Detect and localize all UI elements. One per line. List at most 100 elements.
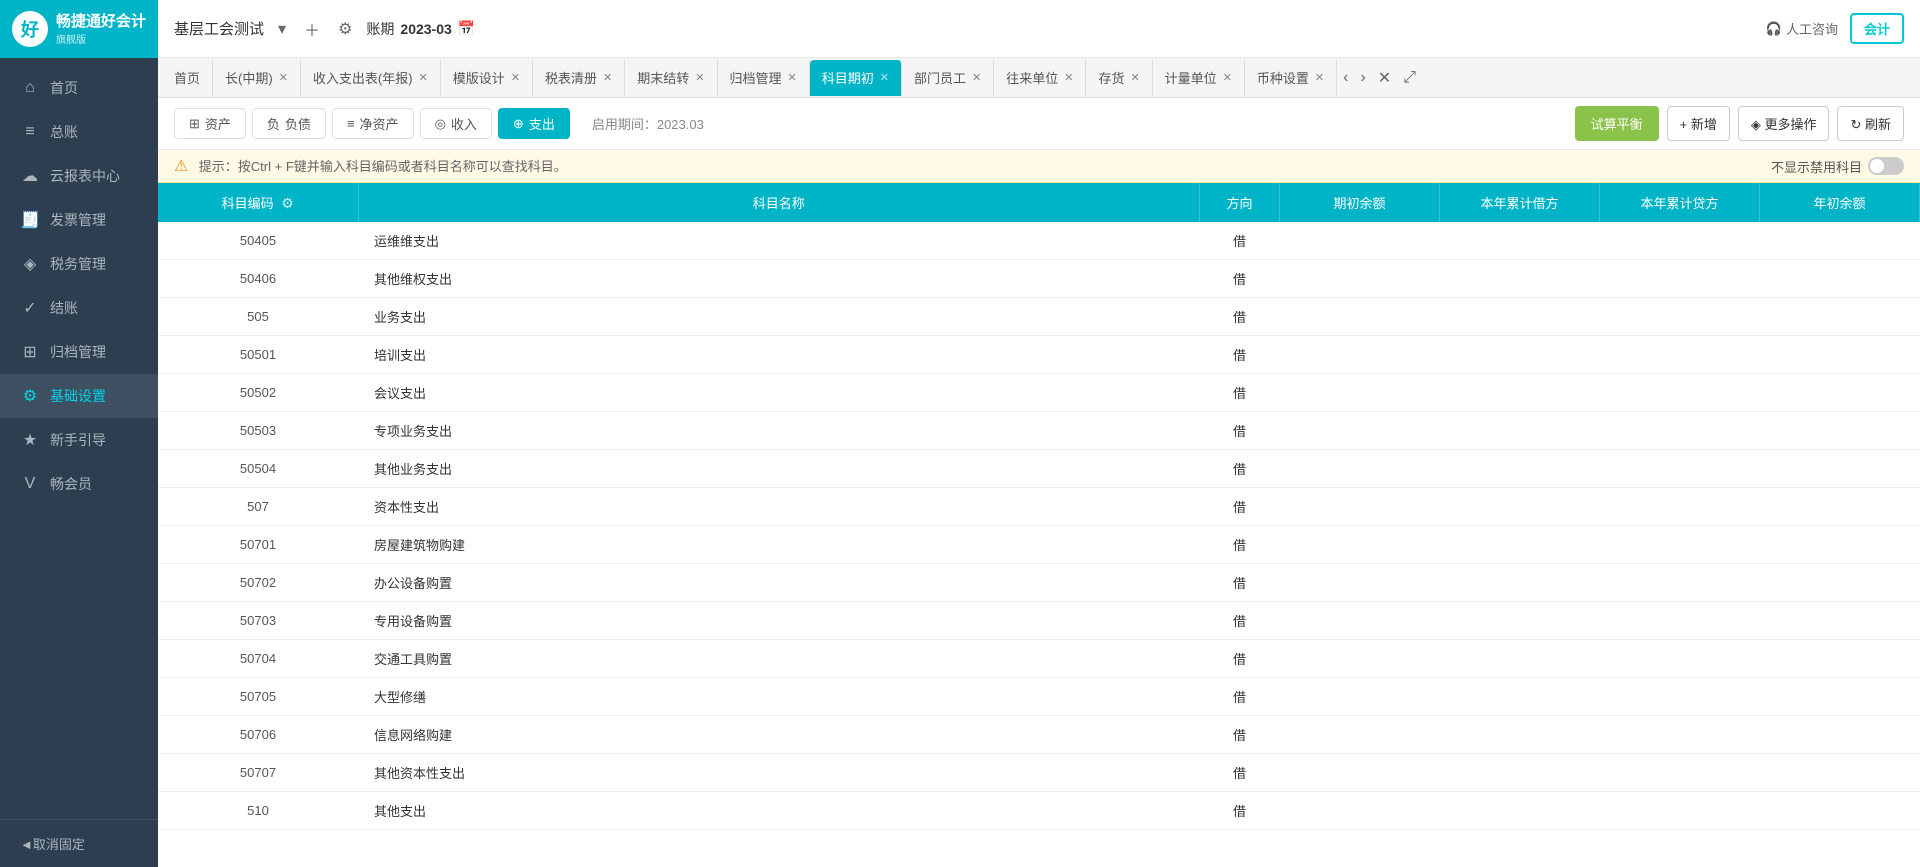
income-icon: ◎ (435, 116, 446, 132)
sidebar-item-home[interactable]: ⌂ 首页 (0, 66, 158, 110)
tab-close-all-icon[interactable]: ✕ (1372, 68, 1397, 88)
sidebar-item-close-account[interactable]: ✓ 结账 (0, 286, 158, 330)
cell-direction: 借 (1200, 678, 1280, 716)
pin-label: ◄取消固定 (20, 834, 85, 853)
account-button[interactable]: 会计 (1850, 13, 1904, 44)
cell-debit (1440, 792, 1600, 830)
close-icon[interactable]: ✕ (695, 71, 704, 84)
table-row[interactable]: 50502 会议支出 借 (158, 374, 1920, 412)
cell-debit (1440, 754, 1600, 792)
tab-expand-icon[interactable]: ⤢ (1397, 69, 1422, 87)
sidebar-pin-toggle[interactable]: ◄取消固定 (0, 819, 158, 867)
tab-next-icon[interactable]: › (1354, 69, 1371, 87)
table-row[interactable]: 50701 房屋建筑物购建 借 (158, 526, 1920, 564)
archive-icon: ⊞ (20, 342, 40, 362)
close-icon[interactable]: ✕ (603, 71, 612, 84)
sidebar-item-tax[interactable]: ◈ 税务管理 (0, 242, 158, 286)
tab-currency[interactable]: 币种设置 ✕ (1245, 60, 1337, 96)
close-icon[interactable]: ✕ (788, 71, 797, 84)
tab-label: 收入支出表(年报) (313, 68, 413, 87)
cell-direction: 借 (1200, 754, 1280, 792)
table-row[interactable]: 50504 其他业务支出 借 (158, 450, 1920, 488)
sidebar-item-ledger[interactable]: ≡ 总账 (0, 110, 158, 154)
sub-tab-net-assets[interactable]: ≡ 净资产 (332, 108, 414, 139)
tab-tax-list[interactable]: 税表清册 ✕ (533, 60, 625, 96)
sub-tab-income[interactable]: ◎ 收入 (420, 108, 492, 139)
cell-code: 507 (158, 488, 358, 526)
cell-name: 其他支出 (358, 792, 1200, 830)
dropdown-arrow-icon[interactable]: ▾ (274, 15, 290, 43)
cell-code: 50502 (158, 374, 358, 412)
tab-inventory[interactable]: 存货 ✕ (1086, 60, 1152, 96)
close-icon[interactable]: ✕ (511, 71, 520, 84)
sub-tab-expenditure[interactable]: ⊕ 支出 (498, 108, 570, 139)
close-icon[interactable]: ✕ (880, 71, 889, 84)
table-row[interactable]: 507 资本性支出 借 (158, 488, 1920, 526)
close-icon[interactable]: ✕ (1064, 71, 1073, 84)
close-icon[interactable]: ✕ (1223, 71, 1232, 84)
more-button[interactable]: ◈ 更多操作 (1738, 106, 1830, 141)
table-row[interactable]: 510 其他支出 借 (158, 792, 1920, 830)
table-row[interactable]: 50703 专用设备购置 借 (158, 602, 1920, 640)
add-tab-icon[interactable]: ＋ (300, 13, 324, 45)
close-icon[interactable]: ✕ (279, 71, 288, 84)
disable-toggle[interactable] (1868, 157, 1904, 175)
hint-text-row: ⚠ 提示：按Ctrl + F键并输入科目编码或者科目名称可以查找科目。 (174, 156, 567, 176)
tab-label: 归档管理 (730, 68, 782, 87)
tab-dept-staff[interactable]: 部门员工 ✕ (902, 60, 994, 96)
cell-debit (1440, 412, 1600, 450)
tab-counterparty[interactable]: 往来单位 ✕ (994, 60, 1086, 96)
sidebar-item-invoice[interactable]: 🧾 发票管理 (0, 198, 158, 242)
tab-label: 科目期初 (822, 68, 874, 87)
sub-tab-liability[interactable]: 负 负债 (252, 108, 326, 139)
sidebar-item-archive[interactable]: ⊞ 归档管理 (0, 330, 158, 374)
column-settings-icon[interactable]: ⚙ (281, 195, 294, 211)
cell-balance (1280, 754, 1440, 792)
tab-label: 首页 (174, 68, 200, 87)
table-row[interactable]: 50705 大型修缮 借 (158, 678, 1920, 716)
tab-mid-period[interactable]: 长(中期) ✕ (213, 60, 301, 96)
sidebar-item-basic-settings[interactable]: ⚙ 基础设置 (0, 374, 158, 418)
tab-subject-init[interactable]: 科目期初 ✕ (810, 60, 902, 96)
refresh-button[interactable]: ↻ 刷新 (1837, 106, 1904, 141)
table-wrap: 科目编码 ⚙ 科目名称 方向 期初余额 本年累计借方 本年累计贷方 年初余额 5… (158, 183, 1920, 867)
net-assets-icon: ≡ (347, 116, 355, 131)
table-row[interactable]: 50702 办公设备购置 借 (158, 564, 1920, 602)
sidebar-item-label: 新手引导 (50, 430, 106, 450)
help-label: 人工咨询 (1786, 19, 1838, 38)
help-button[interactable]: 🎧 人工咨询 (1766, 19, 1838, 38)
table-row[interactable]: 50501 培训支出 借 (158, 336, 1920, 374)
close-icon[interactable]: ✕ (1130, 71, 1139, 84)
sidebar-item-guide[interactable]: ★ 新手引导 (0, 418, 158, 462)
table-row[interactable]: 50503 专项业务支出 借 (158, 412, 1920, 450)
cell-direction: 借 (1200, 336, 1280, 374)
settings-gear-icon[interactable]: ⚙ (334, 15, 356, 43)
calendar-icon[interactable]: 📅 (458, 20, 475, 37)
sub-tab-asset[interactable]: ⊞ 资产 (174, 108, 246, 139)
cell-name: 交通工具购置 (358, 640, 1200, 678)
close-icon[interactable]: ✕ (1315, 71, 1324, 84)
cell-credit (1600, 336, 1760, 374)
tab-unit[interactable]: 计量单位 ✕ (1153, 60, 1245, 96)
table-row[interactable]: 505 业务支出 借 (158, 298, 1920, 336)
cell-debit (1440, 374, 1600, 412)
tab-template-design[interactable]: 模版设计 ✕ (441, 60, 533, 96)
close-icon[interactable]: ✕ (972, 71, 981, 84)
table-row[interactable]: 50704 交通工具购置 借 (158, 640, 1920, 678)
tab-period-transfer[interactable]: 期末结转 ✕ (625, 60, 717, 96)
sidebar-item-cloud-reports[interactable]: ☁ 云报表中心 (0, 154, 158, 198)
close-icon[interactable]: ✕ (419, 71, 428, 84)
tab-income-year[interactable]: 收入支出表(年报) ✕ (301, 60, 441, 96)
balance-button[interactable]: 试算平衡 (1575, 106, 1659, 141)
tab-archive[interactable]: 归档管理 ✕ (718, 60, 810, 96)
tab-prev-icon[interactable]: ‹ (1337, 69, 1354, 87)
table-row[interactable]: 50406 其他维权支出 借 (158, 260, 1920, 298)
sidebar-item-member[interactable]: V 畅会员 (0, 462, 158, 506)
table-row[interactable]: 50707 其他资本性支出 借 (158, 754, 1920, 792)
cell-year-balance (1760, 716, 1920, 754)
tab-home[interactable]: 首页 (162, 60, 213, 96)
col-header-code: 科目编码 ⚙ (158, 183, 358, 222)
table-row[interactable]: 50405 运维维支出 借 (158, 222, 1920, 260)
add-button[interactable]: + 新增 (1667, 106, 1730, 141)
table-row[interactable]: 50706 信息网络购建 借 (158, 716, 1920, 754)
